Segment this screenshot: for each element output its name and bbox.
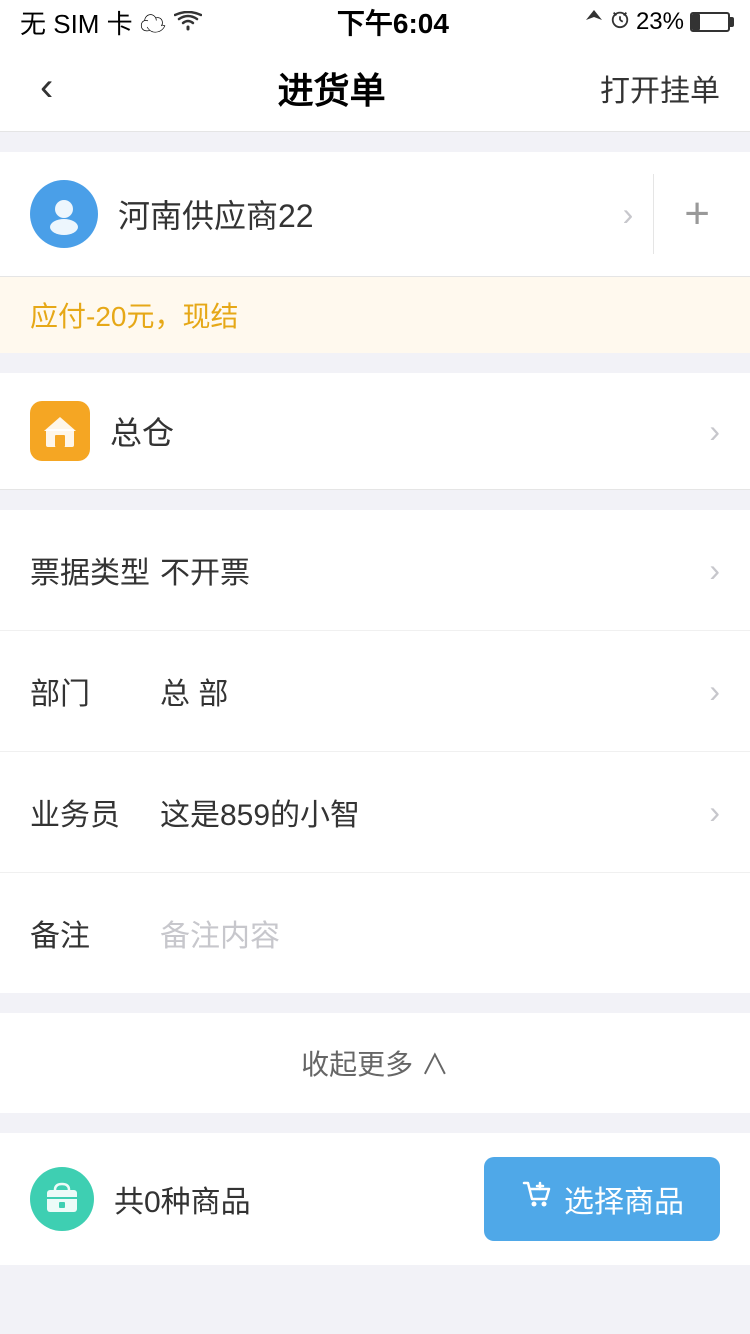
nav-bar: ‹ 进货单 打开挂单 — [0, 44, 750, 132]
product-count-label: 共0种商品 — [114, 1177, 464, 1221]
wifi-icon — [174, 7, 202, 38]
supplier-section: 河南供应商22 › + — [0, 152, 750, 277]
remark-label: 备注 — [30, 911, 160, 955]
signal-text: 无 SIM 卡 ☁ — [20, 4, 166, 41]
location-icon — [584, 8, 604, 37]
product-icon — [30, 1167, 94, 1231]
remark-input[interactable]: 备注内容 — [160, 911, 720, 955]
invoice-type-label: 票据类型 — [30, 548, 160, 592]
salesperson-label: 业务员 — [30, 790, 160, 834]
warehouse-name: 总仓 — [110, 408, 689, 454]
page-title: 进货单 — [278, 62, 386, 114]
status-time: 下午6:04 — [337, 2, 449, 42]
invoice-type-chevron-icon: › — [709, 552, 720, 589]
salesperson-chevron-icon: › — [709, 794, 720, 831]
select-product-label: 选择商品 — [564, 1177, 684, 1221]
alarm-icon — [610, 8, 630, 37]
status-bar: 无 SIM 卡 ☁ 下午6:04 23% — [0, 0, 750, 44]
salesperson-row[interactable]: 业务员 这是859的小智 › — [0, 752, 750, 873]
bottom-bar: 共0种商品 选择商品 — [0, 1133, 750, 1265]
add-supplier-button[interactable]: + — [674, 179, 720, 249]
cart-icon — [520, 1179, 552, 1219]
back-button[interactable]: ‹ — [30, 55, 63, 120]
open-pending-button[interactable]: 打开挂单 — [600, 66, 720, 110]
warehouse-icon — [30, 401, 90, 461]
warehouse-section[interactable]: 总仓 › — [0, 373, 750, 490]
warehouse-chevron-icon: › — [709, 413, 720, 450]
supplier-name: 河南供应商22 — [118, 191, 603, 237]
supplier-chevron-icon: › — [623, 196, 634, 233]
battery-icon — [690, 12, 730, 32]
main-content: 河南供应商22 › + 应付-20元，现结 总仓 › 票据类型 不开票 › 部门 — [0, 132, 750, 1265]
invoice-type-row[interactable]: 票据类型 不开票 › — [0, 510, 750, 631]
status-right: 23% — [584, 8, 730, 37]
select-product-button[interactable]: 选择商品 — [484, 1157, 720, 1241]
invoice-type-value: 不开票 — [160, 548, 709, 592]
remark-row[interactable]: 备注 备注内容 — [0, 873, 750, 993]
salesperson-value: 这是859的小智 — [160, 790, 709, 834]
department-row[interactable]: 部门 总 部 › — [0, 631, 750, 752]
supplier-avatar — [30, 180, 98, 248]
notice-bar: 应付-20元，现结 — [0, 277, 750, 353]
form-section: 票据类型 不开票 › 部门 总 部 › 业务员 这是859的小智 › 备注 备注… — [0, 510, 750, 993]
vertical-divider — [653, 174, 654, 254]
battery-percentage: 23% — [636, 8, 684, 36]
department-value: 总 部 — [160, 669, 709, 713]
section-gap-1 — [0, 132, 750, 152]
department-label: 部门 — [30, 669, 160, 713]
collapse-row[interactable]: 收起更多 ∧ — [0, 1013, 750, 1113]
supplier-row[interactable]: 河南供应商22 › — [30, 152, 633, 276]
status-left: 无 SIM 卡 ☁ — [20, 4, 202, 41]
department-chevron-icon: › — [709, 673, 720, 710]
